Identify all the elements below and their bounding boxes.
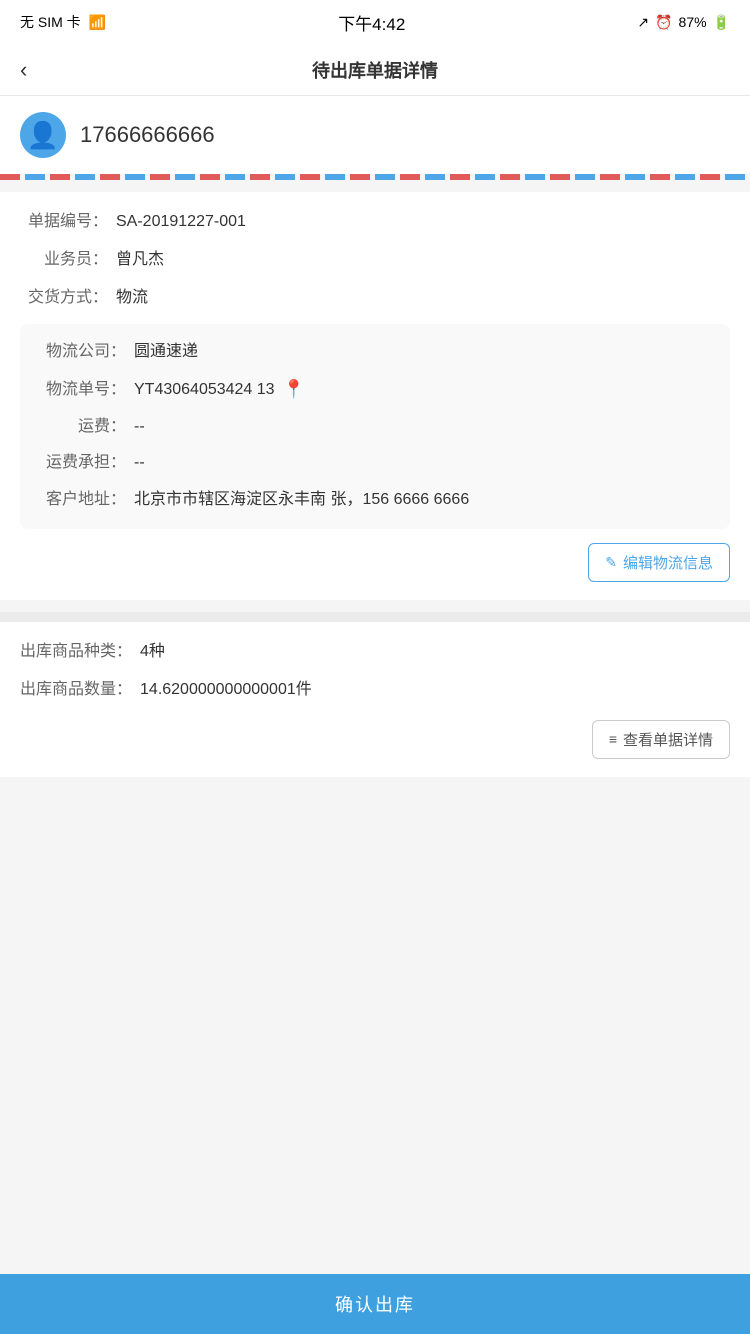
document-number-label: 单据编号：	[20, 210, 108, 234]
map-pin-icon[interactable]: 📍	[283, 376, 305, 403]
customer-phone: 17666666666	[80, 122, 215, 148]
gray-separator	[0, 612, 750, 622]
status-left: 无 SIM 卡 📶	[20, 12, 106, 32]
wifi-icon: 📶	[89, 14, 106, 31]
edit-logistics-label: 编辑物流信息	[623, 552, 713, 573]
location-icon: ↗	[637, 14, 649, 31]
view-detail-row: ≡ 查看单据详情	[0, 716, 750, 777]
customer-header: 👤 17666666666	[0, 96, 750, 174]
logistics-company-row: 物流公司： 圆通速递	[38, 340, 712, 364]
freight-bearer-row: 运费承担： --	[38, 451, 712, 475]
status-right: ↗ ⏰ 87% 🔋	[637, 14, 730, 31]
confirm-button-label: 确认出库	[335, 1291, 415, 1317]
status-bar: 无 SIM 卡 📶 下午4:42 ↗ ⏰ 87% 🔋	[0, 0, 750, 44]
carrier-text: 无 SIM 卡	[20, 12, 81, 32]
user-icon: 👤	[27, 120, 59, 151]
freight-bearer-value: --	[134, 451, 712, 475]
list-icon: ≡	[609, 731, 617, 747]
bottom-spacer	[0, 777, 750, 917]
logistics-card: 物流公司： 圆通速递 物流单号： YT43064053424 13 📍 运费： …	[20, 324, 730, 529]
freight-row: 运费： --	[38, 415, 712, 439]
view-detail-button[interactable]: ≡ 查看单据详情	[592, 720, 730, 759]
freight-label: 运费：	[38, 415, 126, 439]
freight-value: --	[134, 415, 712, 439]
product-category-label: 出库商品种类：	[20, 640, 132, 664]
sales-person-row: 业务员： 曾凡杰	[20, 248, 730, 272]
product-category-row: 出库商品种类： 4种	[20, 640, 730, 664]
confirm-bar[interactable]: 确认出库	[0, 1274, 750, 1334]
avatar: 👤	[20, 112, 66, 158]
edit-btn-row: ✎ 编辑物流信息	[20, 543, 730, 582]
basic-info-section: 单据编号： SA-20191227-001 业务员： 曾凡杰 交货方式： 物流 …	[0, 192, 750, 600]
address-label: 客户地址：	[38, 488, 126, 512]
logistics-company-value: 圆通速递	[134, 340, 712, 364]
address-row: 客户地址： 北京市市辖区海淀区永丰南 张，156 6666 6666	[38, 487, 712, 513]
battery-icon: 🔋	[713, 14, 730, 31]
product-quantity-row: 出库商品数量： 14.620000000000001件	[20, 678, 730, 702]
delivery-method-row: 交货方式： 物流	[20, 286, 730, 310]
product-quantity-value: 14.620000000000001件	[140, 678, 730, 702]
product-quantity-label: 出库商品数量：	[20, 678, 132, 702]
logistics-company-label: 物流公司：	[38, 340, 126, 364]
document-number-value: SA-20191227-001	[116, 210, 730, 234]
delivery-method-value: 物流	[116, 286, 730, 310]
page-title: 待出库单据详情	[312, 57, 438, 83]
product-stats-section: 出库商品种类： 4种 出库商品数量： 14.620000000000001件	[0, 622, 750, 716]
freight-bearer-label: 运费承担：	[38, 451, 126, 475]
view-detail-label: 查看单据详情	[623, 729, 713, 750]
product-category-value: 4种	[140, 640, 730, 664]
dashed-divider	[0, 174, 750, 180]
tracking-number-value: YT43064053424 13 📍	[134, 376, 712, 403]
sales-person-value: 曾凡杰	[116, 248, 730, 272]
back-button[interactable]: ‹	[20, 49, 35, 91]
status-time: 下午4:42	[338, 10, 405, 35]
edit-logistics-button[interactable]: ✎ 编辑物流信息	[588, 543, 730, 582]
nav-bar: ‹ 待出库单据详情	[0, 44, 750, 96]
battery-text: 87%	[679, 14, 707, 30]
tracking-number-row: 物流单号： YT43064053424 13 📍	[38, 376, 712, 403]
address-value: 北京市市辖区海淀区永丰南 张，156 6666 6666	[134, 487, 712, 513]
document-number-row: 单据编号： SA-20191227-001	[20, 210, 730, 234]
delivery-method-label: 交货方式：	[20, 286, 108, 310]
sales-person-label: 业务员：	[20, 248, 108, 272]
alarm-icon: ⏰	[655, 14, 672, 31]
edit-icon: ✎	[605, 554, 617, 571]
tracking-number-label: 物流单号：	[38, 378, 126, 402]
